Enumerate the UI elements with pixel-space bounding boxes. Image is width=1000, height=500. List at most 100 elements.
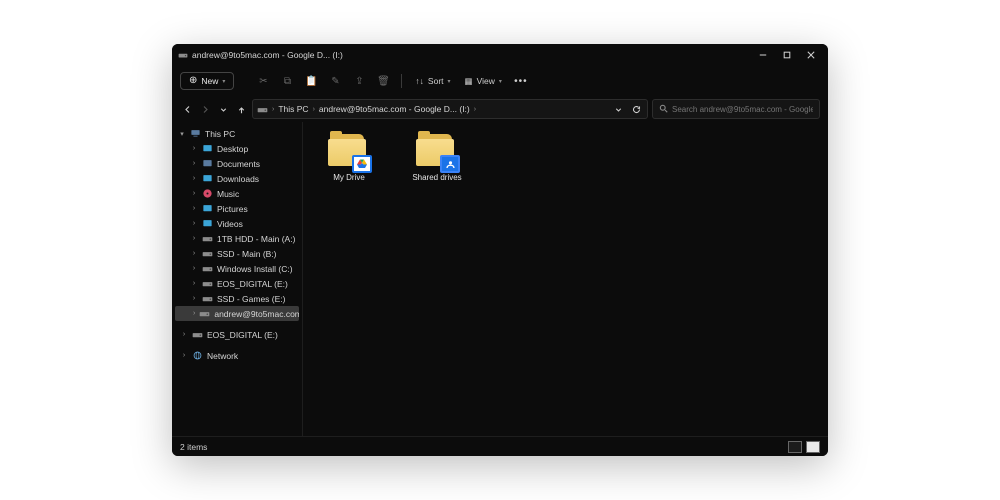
sort-button[interactable]: ↑↓ Sort ▾ bbox=[411, 76, 454, 86]
sidebar-label: Desktop bbox=[217, 144, 248, 154]
folder-item[interactable]: Shared drives bbox=[405, 134, 469, 182]
view-icon: ▦ bbox=[465, 76, 473, 87]
folder-icon bbox=[328, 134, 370, 170]
more-button[interactable]: ••• bbox=[512, 72, 530, 90]
sidebar-item[interactable]: › Desktop bbox=[172, 141, 302, 156]
chevron-right-icon: › bbox=[190, 250, 198, 257]
sidebar-network[interactable]: › Network bbox=[172, 348, 302, 363]
pc-icon bbox=[190, 128, 201, 139]
cut-icon[interactable]: ✂ bbox=[254, 72, 272, 90]
sidebar-label: Music bbox=[217, 189, 239, 199]
chevron-right-icon: › bbox=[180, 331, 188, 338]
file-explorer-window: andrew@9to5mac.com - Google D... (I:) ⊕ … bbox=[172, 44, 828, 456]
chevron-down-icon: ▾ bbox=[499, 78, 502, 85]
back-button[interactable] bbox=[180, 102, 194, 116]
sidebar-item[interactable]: ›Downloads bbox=[172, 171, 302, 186]
drive-icon bbox=[178, 50, 188, 60]
window-controls bbox=[758, 50, 822, 60]
sidebar-label: This PC bbox=[205, 129, 235, 139]
sidebar-label: EOS_DIGITAL (E:) bbox=[217, 279, 288, 289]
chevron-right-icon: › bbox=[313, 106, 315, 113]
chevron-right-icon: › bbox=[190, 175, 198, 182]
sidebar-item[interactable]: ›Windows Install (C:) bbox=[172, 261, 302, 276]
up-button[interactable] bbox=[234, 102, 248, 116]
desktop-icon bbox=[202, 143, 213, 154]
downloads-icon bbox=[202, 173, 213, 184]
chevron-right-icon: › bbox=[190, 295, 198, 302]
chevron-right-icon: › bbox=[190, 160, 198, 167]
content-pane[interactable]: My Drive Shared drives bbox=[302, 122, 828, 436]
delete-icon[interactable]: 🗑 bbox=[374, 72, 392, 90]
sidebar-item[interactable]: › Documents bbox=[172, 156, 302, 171]
address-bar[interactable]: ›This PC ›andrew@9to5mac.com - Google D.… bbox=[252, 99, 648, 119]
rename-icon[interactable]: ✎ bbox=[326, 72, 344, 90]
folder-icon bbox=[416, 134, 458, 170]
breadcrumb-tail: › bbox=[474, 106, 476, 113]
chevron-right-icon: › bbox=[190, 265, 198, 272]
search-box[interactable] bbox=[652, 99, 820, 119]
drive-icon bbox=[202, 263, 213, 274]
sidebar-label: andrew@9to5mac.com bbox=[214, 309, 299, 319]
recent-chevron-down-icon[interactable] bbox=[216, 102, 230, 116]
share-icon[interactable]: ⇪ bbox=[350, 72, 368, 90]
search-icon bbox=[659, 104, 668, 115]
drive-icon bbox=[202, 233, 213, 244]
sidebar-item[interactable]: ›Music bbox=[172, 186, 302, 201]
folder-item[interactable]: My Drive bbox=[317, 134, 381, 182]
drive-icon bbox=[192, 329, 203, 340]
sidebar-label: EOS_DIGITAL (E:) bbox=[207, 330, 278, 340]
sidebar-item[interactable]: ›EOS_DIGITAL (E:) bbox=[172, 276, 302, 291]
refresh-button[interactable] bbox=[629, 105, 643, 114]
drive-icon bbox=[202, 248, 213, 259]
music-icon bbox=[202, 188, 213, 199]
sidebar-item[interactable]: › Pictures bbox=[172, 201, 302, 216]
title-bar: andrew@9to5mac.com - Google D... (I:) bbox=[172, 44, 828, 66]
chevron-right-icon: › bbox=[190, 145, 198, 152]
chevron-down-icon: ▾ bbox=[448, 78, 451, 85]
sidebar-item[interactable]: ›andrew@9to5mac.com bbox=[175, 306, 299, 321]
shared-badge-icon bbox=[440, 155, 460, 173]
sidebar-label: Pictures bbox=[217, 204, 248, 214]
drive-icon bbox=[199, 308, 210, 319]
folder-label: Shared drives bbox=[412, 173, 461, 182]
sidebar-item[interactable]: ›1TB HDD - Main (A:) bbox=[172, 231, 302, 246]
chevron-down-icon: ▾ bbox=[178, 130, 186, 138]
window-title: andrew@9to5mac.com - Google D... (I:) bbox=[192, 50, 758, 60]
sidebar-root-this-pc[interactable]: ▾ This PC bbox=[172, 126, 302, 141]
icons-view-button[interactable] bbox=[806, 441, 820, 453]
addr-chevron-down-icon[interactable] bbox=[611, 105, 625, 114]
forward-button[interactable] bbox=[198, 102, 212, 116]
view-label: View bbox=[477, 76, 495, 86]
paste-icon[interactable]: 📋 bbox=[302, 72, 320, 90]
chevron-right-icon: › bbox=[190, 220, 198, 227]
pictures-icon bbox=[202, 203, 213, 214]
status-text: 2 items bbox=[180, 442, 207, 452]
toolbar-separator bbox=[401, 74, 402, 88]
drive-icon bbox=[202, 278, 213, 289]
chevron-right-icon: › bbox=[190, 235, 198, 242]
view-button[interactable]: ▦ View ▾ bbox=[461, 76, 506, 87]
sidebar-item[interactable]: ›Videos bbox=[172, 216, 302, 231]
breadcrumb[interactable]: ›andrew@9to5mac.com - Google D... (I:) bbox=[313, 104, 470, 114]
videos-icon bbox=[202, 218, 213, 229]
chevron-down-icon: ▾ bbox=[222, 78, 225, 85]
search-input[interactable] bbox=[672, 105, 813, 114]
details-view-button[interactable] bbox=[788, 441, 802, 453]
close-button[interactable] bbox=[806, 50, 816, 60]
sort-icon: ↑↓ bbox=[415, 76, 424, 86]
sidebar-item[interactable]: › EOS_DIGITAL (E:) bbox=[172, 327, 302, 342]
sidebar-label: SSD - Main (B:) bbox=[217, 249, 277, 259]
sidebar-item[interactable]: › SSD - Main (B:) bbox=[172, 246, 302, 261]
chevron-right-icon: › bbox=[190, 205, 198, 212]
body: ▾ This PC ›Desktop›Documents›Downloads›M… bbox=[172, 122, 828, 436]
minimize-button[interactable] bbox=[758, 50, 768, 60]
toolbar: ⊕ New ▾ ✂ ⧉ 📋 ✎ ⇪ 🗑 ↑↓ Sort ▾ ▦ View ▾ •… bbox=[172, 66, 828, 96]
maximize-button[interactable] bbox=[782, 50, 792, 60]
plus-icon: ⊕ bbox=[189, 76, 197, 86]
sidebar-label: Network bbox=[207, 351, 238, 361]
breadcrumb[interactable]: ›This PC bbox=[272, 104, 309, 114]
sidebar-item[interactable]: ›SSD - Games (E:) bbox=[172, 291, 302, 306]
copy-icon[interactable]: ⧉ bbox=[278, 72, 296, 90]
new-button[interactable]: ⊕ New ▾ bbox=[180, 72, 234, 90]
sidebar-label: Documents bbox=[217, 159, 260, 169]
